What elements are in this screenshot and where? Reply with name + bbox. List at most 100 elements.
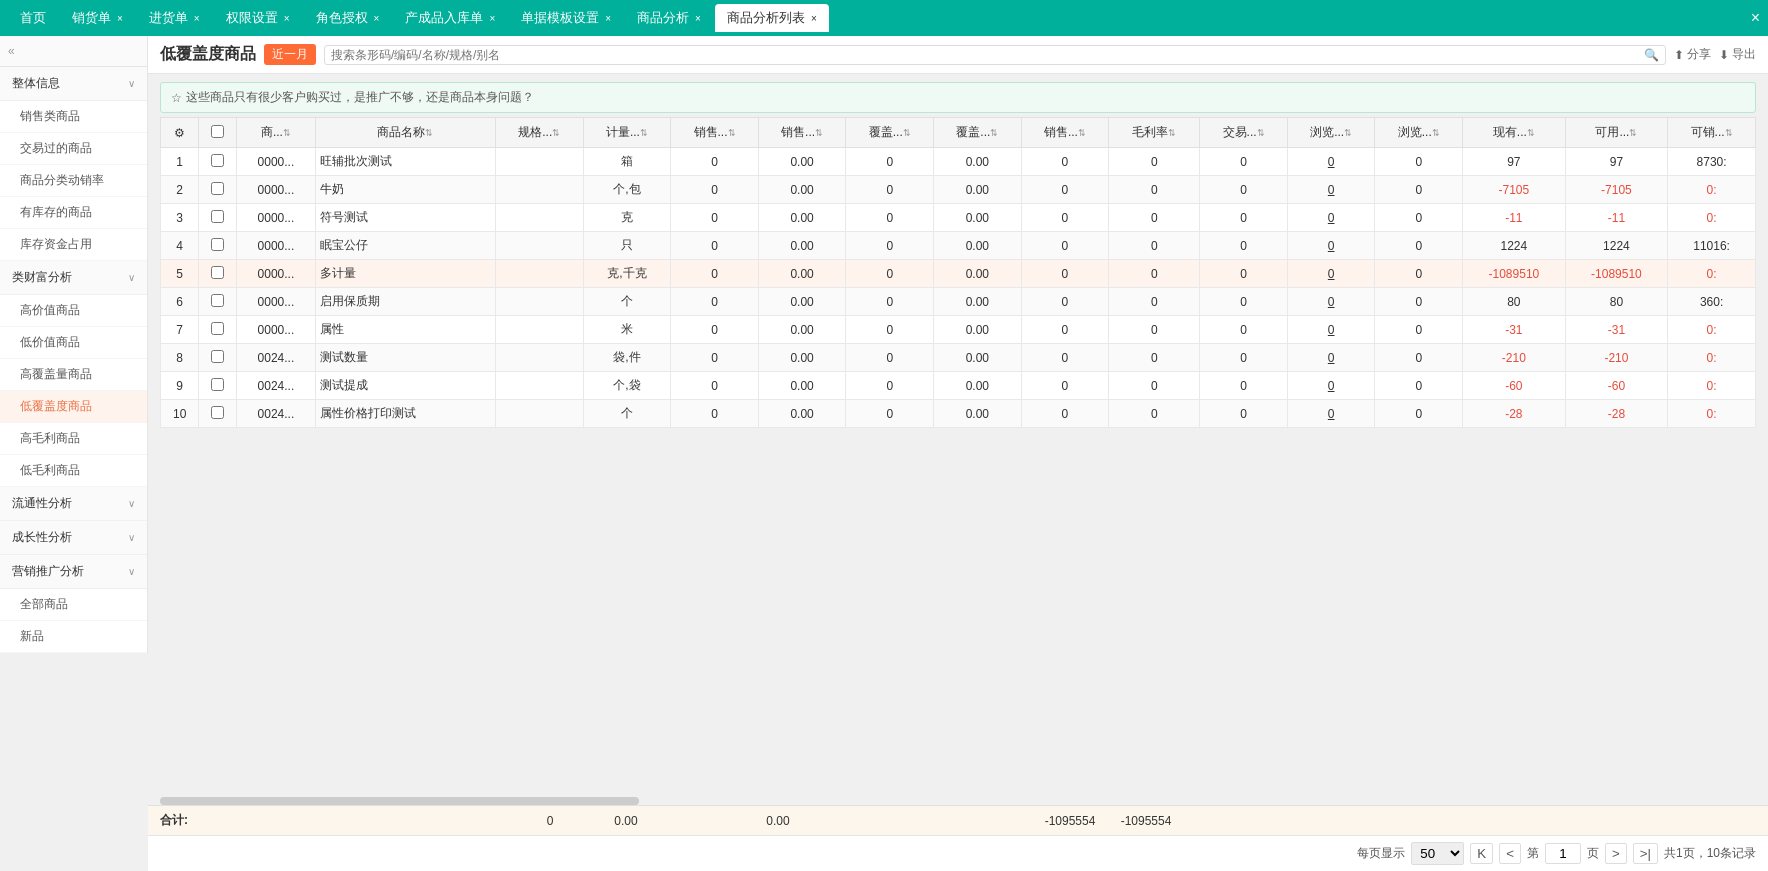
browse-link[interactable]: 0 — [1328, 239, 1335, 253]
table-column-header[interactable]: 可销...⇅ — [1668, 118, 1756, 148]
date-filter-button[interactable]: 近一月 — [264, 44, 316, 65]
row-checkbox[interactable] — [211, 294, 224, 307]
sidebar-section-title[interactable]: 营销推广分析∨ — [0, 555, 147, 589]
sidebar-item[interactable]: 低毛利商品 — [0, 455, 147, 487]
browse-link[interactable]: 0 — [1328, 267, 1335, 281]
sidebar-item[interactable]: 全部商品 — [0, 589, 147, 621]
sort-icon[interactable]: ⇅ — [1629, 128, 1637, 138]
row-checkbox[interactable] — [211, 322, 224, 335]
sidebar-section-title[interactable]: 整体信息∨ — [0, 67, 147, 101]
row-checkbox[interactable] — [211, 154, 224, 167]
sort-icon[interactable]: ⇅ — [640, 128, 648, 138]
settings-icon[interactable]: ⚙ — [174, 126, 185, 140]
table-column-header[interactable]: 销售...⇅ — [758, 118, 846, 148]
page-number-input[interactable] — [1545, 843, 1581, 864]
horizontal-scrollbar[interactable] — [160, 797, 1756, 805]
table-column-header[interactable]: 商品名称⇅ — [315, 118, 495, 148]
sidebar-item[interactable]: 商品分类动销率 — [0, 165, 147, 197]
row-checkbox[interactable] — [211, 378, 224, 391]
sort-icon[interactable]: ⇅ — [1078, 128, 1086, 138]
browse-link[interactable]: 0 — [1328, 211, 1335, 225]
table-column-header[interactable]: 浏览...⇅ — [1287, 118, 1375, 148]
table-column-header[interactable]: 可用...⇅ — [1565, 118, 1668, 148]
browse-link[interactable]: 0 — [1328, 155, 1335, 169]
sidebar-collapse-icon[interactable]: « — [8, 44, 15, 58]
nav-tab[interactable]: 进货单 × — [137, 4, 212, 32]
sort-icon[interactable]: ⇅ — [1725, 128, 1733, 138]
tab-close[interactable]: × — [695, 13, 701, 24]
table-column-header[interactable]: 现有...⇅ — [1463, 118, 1566, 148]
table-column-header[interactable]: 销售...⇅ — [1021, 118, 1109, 148]
sort-icon[interactable]: ⇅ — [990, 128, 998, 138]
sidebar-item[interactable]: 低覆盖度商品 — [0, 391, 147, 423]
row-checkbox[interactable] — [211, 210, 224, 223]
select-all-checkbox[interactable] — [211, 125, 224, 138]
nav-tab[interactable]: 商品分析列表 × — [715, 4, 829, 32]
table-column-header[interactable]: 计量...⇅ — [583, 118, 671, 148]
nav-tab[interactable]: 商品分析 × — [625, 4, 713, 32]
browse-link[interactable]: 0 — [1328, 351, 1335, 365]
browse-link[interactable]: 0 — [1328, 379, 1335, 393]
nav-tab[interactable]: 销货单 × — [60, 4, 135, 32]
browse-link[interactable]: 0 — [1328, 295, 1335, 309]
tab-close[interactable]: × — [811, 13, 817, 24]
search-icon[interactable]: 🔍 — [1644, 48, 1659, 62]
next-page-button[interactable]: > — [1605, 843, 1627, 864]
sort-icon[interactable]: ⇅ — [1344, 128, 1352, 138]
nav-tab[interactable]: 单据模板设置 × — [509, 4, 623, 32]
browse-link[interactable]: 0 — [1328, 407, 1335, 421]
table-column-header[interactable]: 浏览...⇅ — [1375, 118, 1463, 148]
sort-icon[interactable]: ⇅ — [283, 128, 291, 138]
prev-page-button[interactable]: < — [1499, 843, 1521, 864]
row-checkbox[interactable] — [211, 266, 224, 279]
share-button[interactable]: ⬆ 分享 — [1674, 46, 1711, 63]
sidebar-item[interactable]: 低价值商品 — [0, 327, 147, 359]
sidebar-item[interactable]: 高毛利商品 — [0, 423, 147, 455]
table-column-header[interactable]: 交易...⇅ — [1200, 118, 1288, 148]
tab-close[interactable]: × — [605, 13, 611, 24]
row-checkbox[interactable] — [211, 350, 224, 363]
sidebar-item[interactable]: 高价值商品 — [0, 295, 147, 327]
table-column-header[interactable]: 覆盖...⇅ — [934, 118, 1022, 148]
row-checkbox[interactable] — [211, 238, 224, 251]
last-page-button[interactable]: >| — [1633, 843, 1658, 864]
per-page-select[interactable]: 50 100 200 — [1411, 842, 1464, 865]
sidebar-item[interactable]: 交易过的商品 — [0, 133, 147, 165]
sort-icon[interactable]: ⇅ — [815, 128, 823, 138]
table-column-header[interactable]: 销售...⇅ — [671, 118, 759, 148]
sort-icon[interactable]: ⇅ — [728, 128, 736, 138]
tab-close[interactable]: × — [194, 13, 200, 24]
table-column-header[interactable]: 商...⇅ — [237, 118, 315, 148]
export-button[interactable]: ⬇ 导出 — [1719, 46, 1756, 63]
sort-icon[interactable]: ⇅ — [552, 128, 560, 138]
nav-tab[interactable]: 首页 — [8, 4, 58, 32]
sort-icon[interactable]: ⇅ — [1527, 128, 1535, 138]
nav-tab[interactable]: 权限设置 × — [214, 4, 302, 32]
tab-close[interactable]: × — [374, 13, 380, 24]
close-all-tabs[interactable]: × — [1751, 9, 1760, 27]
sidebar-section-title[interactable]: 流通性分析∨ — [0, 487, 147, 521]
browse-link[interactable]: 0 — [1328, 323, 1335, 337]
sidebar-section-title[interactable]: 成长性分析∨ — [0, 521, 147, 555]
tab-close[interactable]: × — [117, 13, 123, 24]
sidebar-item[interactable]: 有库存的商品 — [0, 197, 147, 229]
browse-link[interactable]: 0 — [1328, 183, 1335, 197]
sidebar-section-title[interactable]: 类财富分析∨ — [0, 261, 147, 295]
nav-tab[interactable]: 角色授权 × — [304, 4, 392, 32]
sort-icon[interactable]: ⇅ — [425, 128, 433, 138]
sort-icon[interactable]: ⇅ — [1168, 128, 1176, 138]
sort-icon[interactable]: ⇅ — [1432, 128, 1440, 138]
table-column-header[interactable]: 毛利率⇅ — [1109, 118, 1200, 148]
nav-tab[interactable]: 产成品入库单 × — [393, 4, 507, 32]
first-page-button[interactable]: K — [1470, 843, 1493, 864]
sidebar-item[interactable]: 销售类商品 — [0, 101, 147, 133]
row-checkbox[interactable] — [211, 182, 224, 195]
row-checkbox[interactable] — [211, 406, 224, 419]
search-input[interactable] — [331, 48, 1640, 62]
sidebar-item[interactable]: 高覆盖量商品 — [0, 359, 147, 391]
sort-icon[interactable]: ⇅ — [903, 128, 911, 138]
sidebar-item[interactable]: 库存资金占用 — [0, 229, 147, 261]
tab-close[interactable]: × — [489, 13, 495, 24]
sort-icon[interactable]: ⇅ — [1257, 128, 1265, 138]
sidebar-item[interactable]: 新品 — [0, 621, 147, 653]
